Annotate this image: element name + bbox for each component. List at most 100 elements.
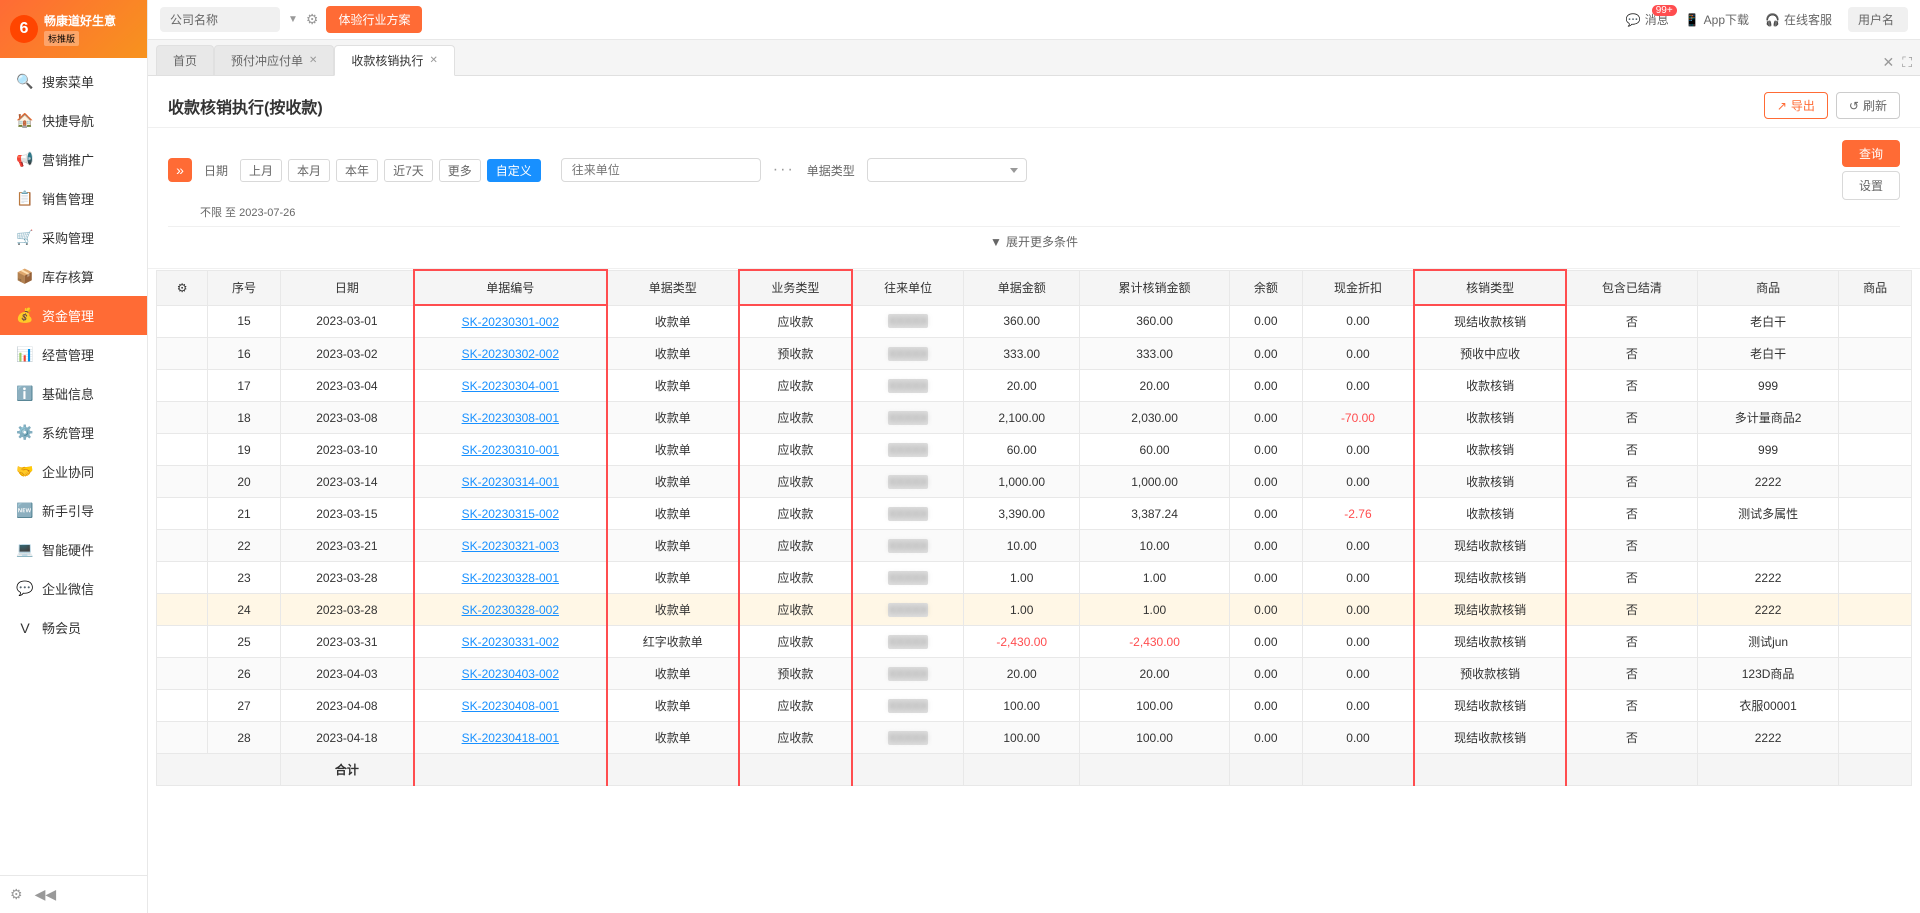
search-icon: 🔍 [16, 73, 34, 90]
sidebar-label-system: 系统管理 [42, 423, 94, 442]
tab-payable[interactable]: 预付冲应付单 ✕ [214, 45, 334, 75]
cell-cancel-type: 收款核销 [1414, 466, 1566, 498]
sidebar-label-quicknav: 快捷导航 [42, 111, 94, 130]
topbar-gear-icon[interactable]: ⚙ [306, 11, 319, 28]
sidebar-item-basic[interactable]: ℹ️基础信息 [0, 374, 147, 413]
bill-no-link[interactable]: SK-20230328-001 [462, 571, 559, 585]
bill-no-link[interactable]: SK-20230408-001 [462, 699, 559, 713]
tab-close-all-icon[interactable]: ✕ [1882, 54, 1894, 71]
bill-no-link[interactable]: SK-20230314-001 [462, 475, 559, 489]
cell-cancel-type: 现结收款核销 [1414, 594, 1566, 626]
sidebar-label-sales: 销售管理 [42, 189, 94, 208]
date-btn-more[interactable]: 更多 [439, 159, 481, 182]
industry-btn[interactable]: 体验行业方案 [326, 6, 422, 33]
cell-seq: 25 [208, 626, 281, 658]
bill-no-link[interactable]: SK-20230328-002 [462, 603, 559, 617]
sidebar-item-system[interactable]: ⚙️系统管理 [0, 413, 147, 452]
operation-icon: 📊 [16, 346, 34, 363]
receipt-type-select[interactable] [867, 158, 1027, 182]
sales-icon: 📋 [16, 190, 34, 207]
sidebar-item-inventory[interactable]: 📦库存核算 [0, 257, 147, 296]
bill-no-link[interactable]: SK-20230310-001 [462, 443, 559, 457]
cell-partner: XXXXX [852, 370, 964, 402]
export-btn[interactable]: ↗ 导出 [1764, 92, 1828, 119]
cell-partner: XXXXX [852, 338, 964, 370]
tab-receipt-close[interactable]: ✕ [429, 55, 437, 66]
cell-discount: 0.00 [1302, 690, 1414, 722]
query-btn[interactable]: 查询 [1842, 140, 1900, 167]
expand-filter-btn[interactable]: ▼ 展开更多条件 [990, 233, 1078, 250]
page-actions: ↗ 导出 ↺ 刷新 [1764, 92, 1900, 119]
cell-include-settled: 否 [1566, 498, 1697, 530]
cell-bill-type: 收款单 [607, 466, 739, 498]
bill-no-link[interactable]: SK-20230331-002 [462, 635, 559, 649]
col-header-discount: 现金折扣 [1302, 270, 1414, 305]
collapse-icon[interactable]: ◀◀ [35, 886, 57, 903]
cell-amount: 100.00 [964, 690, 1080, 722]
tab-receipt[interactable]: 收款核销执行 ✕ [334, 45, 454, 76]
cell-include-settled: 否 [1566, 402, 1697, 434]
col-header-bill-no: 单据编号 [414, 270, 607, 305]
sidebar-item-collab[interactable]: 🤝企业协同 [0, 452, 147, 491]
message-btn[interactable]: 💬 消息 99+ [1626, 11, 1669, 28]
app-download-btn[interactable]: 📱 App下载 [1685, 11, 1749, 28]
cell-include-settled: 否 [1566, 562, 1697, 594]
bill-no-link[interactable]: SK-20230403-002 [462, 667, 559, 681]
col-header-amount: 单据金额 [964, 270, 1080, 305]
sidebar-item-purchase[interactable]: 🛒采购管理 [0, 218, 147, 257]
table-row: 20 2023-03-14 SK-20230314-001 收款单 应收款 XX… [157, 466, 1912, 498]
cell-include-settled: 否 [1566, 466, 1697, 498]
filter-settings-btn[interactable]: 设置 [1842, 171, 1900, 200]
cell-product: 2222 [1697, 594, 1838, 626]
user-menu[interactable]: 用户名 [1848, 7, 1908, 32]
bill-no-link[interactable]: SK-20230418-001 [462, 731, 559, 745]
tab-fullscreen-icon[interactable]: ⛶ [1902, 54, 1912, 71]
date-btn-last-month[interactable]: 上月 [240, 159, 282, 182]
date-btn-7days[interactable]: 近7天 [384, 159, 433, 182]
cell-gear [157, 690, 208, 722]
date-btn-this-month[interactable]: 本月 [288, 159, 330, 182]
cell-cancel-type: 收款核销 [1414, 370, 1566, 402]
sidebar-item-hardware[interactable]: 💻智能硬件 [0, 530, 147, 569]
cell-discount: 0.00 [1302, 658, 1414, 690]
date-btn-custom[interactable]: 自定义 [487, 159, 541, 182]
table-row: 25 2023-03-31 SK-20230331-002 红字收款单 应收款 … [157, 626, 1912, 658]
filter-toggle-btn[interactable]: » [168, 158, 192, 182]
sidebar-item-operation[interactable]: 📊经营管理 [0, 335, 147, 374]
sidebar-item-marketing[interactable]: 📢营销推广 [0, 140, 147, 179]
col-header-gear[interactable]: ⚙ [157, 270, 208, 305]
sidebar-item-finance[interactable]: 💰资金管理 [0, 296, 147, 335]
bill-no-link[interactable]: SK-20230321-003 [462, 539, 559, 553]
bill-no-link[interactable]: SK-20230302-002 [462, 347, 559, 361]
tab-payable-close[interactable]: ✕ [309, 55, 317, 66]
cell-biz-type: 应收款 [739, 466, 852, 498]
settings-icon[interactable]: ⚙ [10, 886, 23, 903]
cell-product2 [1839, 530, 1912, 562]
company-selector[interactable]: 公司名称 [160, 7, 280, 32]
partner-input[interactable] [561, 158, 761, 182]
sidebar-item-search[interactable]: 🔍搜索菜单 [0, 62, 147, 101]
bill-no-link[interactable]: SK-20230308-001 [462, 411, 559, 425]
sidebar-item-member[interactable]: V畅会员 [0, 608, 147, 647]
sidebar-item-sales[interactable]: 📋 销售管理 [0, 179, 147, 218]
sidebar-item-wechat[interactable]: 💬企业微信 [0, 569, 147, 608]
sidebar-item-quicknav[interactable]: 🏠快捷导航 [0, 101, 147, 140]
bill-no-link[interactable]: SK-20230301-002 [462, 315, 559, 329]
tab-home[interactable]: 首页 [156, 45, 214, 75]
bill-no-link[interactable]: SK-20230315-002 [462, 507, 559, 521]
headset-icon: 🎧 [1765, 13, 1780, 27]
cell-bill-type: 收款单 [607, 434, 739, 466]
cell-product: 2222 [1697, 466, 1838, 498]
cell-gear [157, 722, 208, 754]
online-service-btn[interactable]: 🎧 在线客服 [1765, 11, 1832, 28]
refresh-btn[interactable]: ↺ 刷新 [1836, 92, 1900, 119]
bill-no-link[interactable]: SK-20230304-001 [462, 379, 559, 393]
sidebar-item-guide[interactable]: 🆕新手引导 [0, 491, 147, 530]
sidebar-label-purchase: 采购管理 [42, 228, 94, 247]
summary-row: 合计 [157, 754, 1912, 786]
date-btn-this-year[interactable]: 本年 [336, 159, 378, 182]
cell-gear [157, 402, 208, 434]
company-dropdown-icon[interactable]: ▼ [288, 14, 298, 25]
cell-bill-no: SK-20230328-002 [414, 594, 607, 626]
more-filters-icon[interactable]: ··· [773, 161, 795, 179]
